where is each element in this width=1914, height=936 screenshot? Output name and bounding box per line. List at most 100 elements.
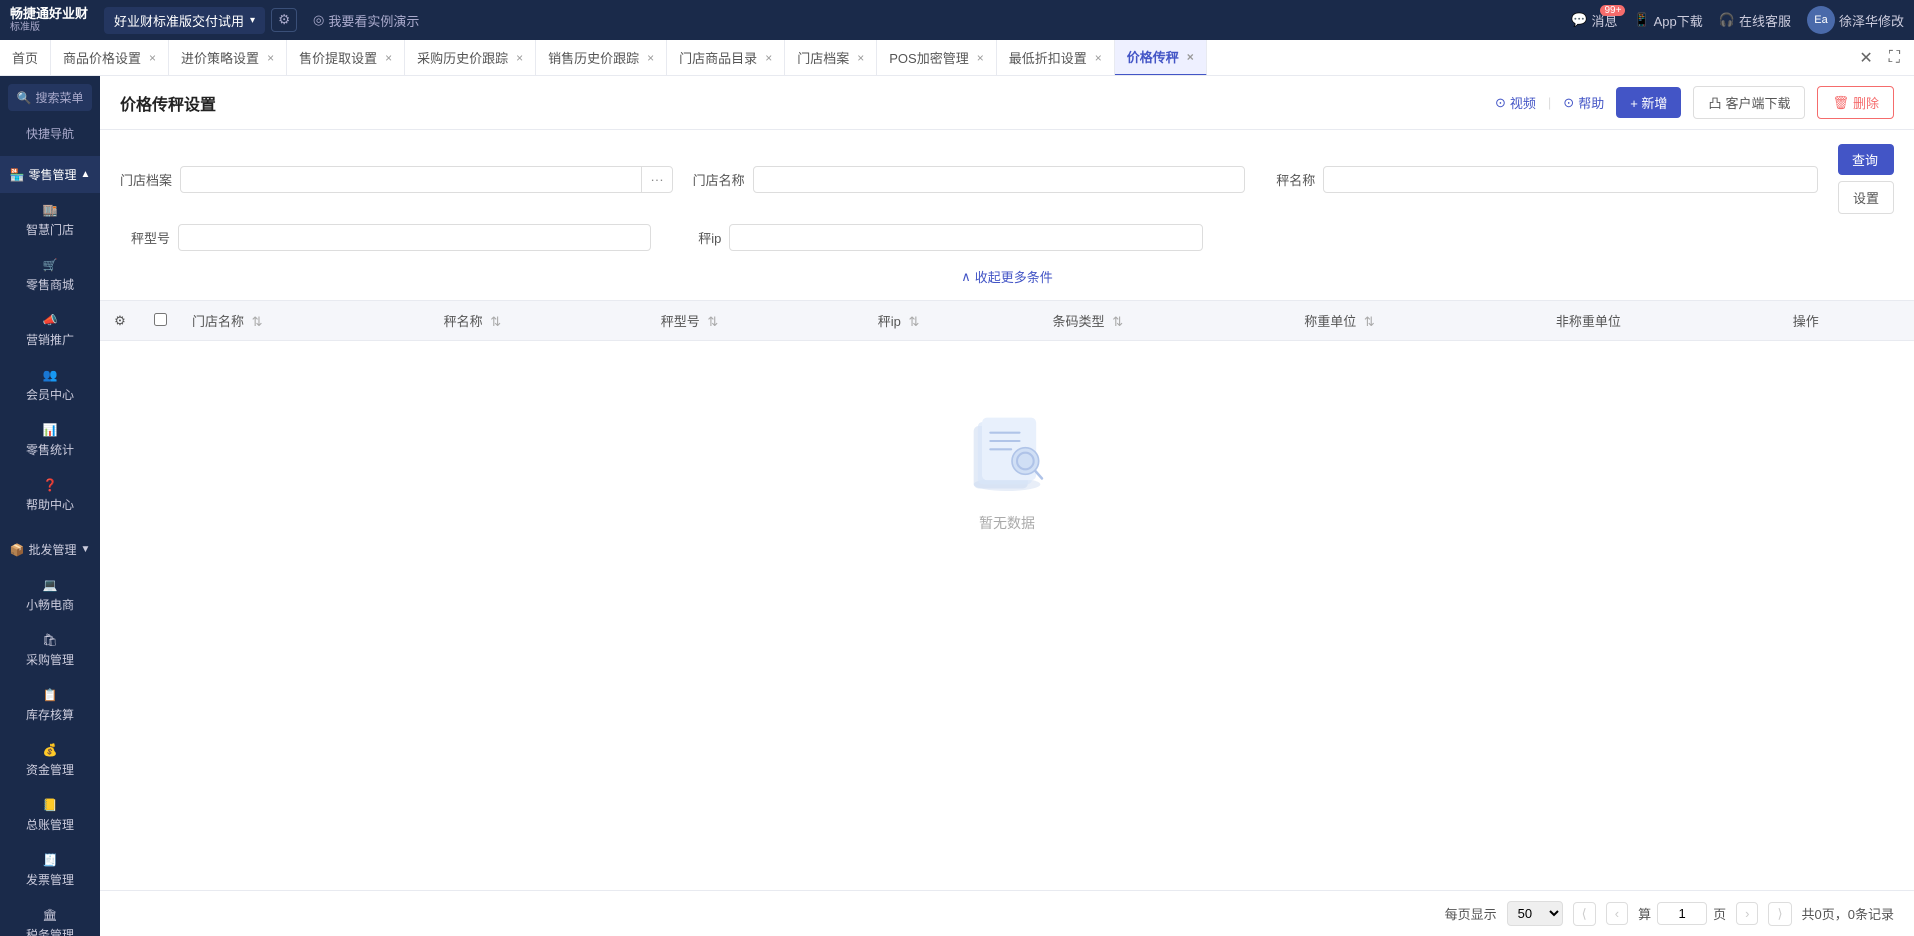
sidebar-item-smart-store[interactable]: 🏬 智慧门店 bbox=[0, 193, 100, 248]
last-page-button[interactable]: ⟩ bbox=[1768, 902, 1791, 926]
page-title: 价格传秤设置 bbox=[120, 91, 216, 115]
filter-area: 门店档案 ··· 门店名称 秤名称 查询 bbox=[100, 130, 1914, 301]
tab-min-discount[interactable]: 最低折扣设置 × bbox=[997, 40, 1115, 76]
chevron-down-icon: ▾ bbox=[250, 15, 255, 26]
online-service-button[interactable]: 🎧 在线客服 bbox=[1719, 11, 1791, 30]
sidebar: 🔍 搜索菜单 快捷导航 🏪 零售管理 ▲ 🏬 智慧门店 🛒 零售商城 📣 营销推… bbox=[0, 76, 100, 936]
first-page-button[interactable]: ⟨ bbox=[1573, 902, 1596, 926]
empty-text: 暂无数据 bbox=[979, 513, 1035, 533]
sidebar-item-xiaochangec[interactable]: 💻 小畅电商 bbox=[0, 568, 100, 623]
tab-product-price[interactable]: 商品价格设置 × bbox=[51, 40, 169, 76]
sidebar-item-purchase[interactable]: 🛍 采购管理 bbox=[0, 623, 100, 678]
topbar-settings-button[interactable]: ⚙ bbox=[271, 8, 297, 32]
sidebar-item-label: 发票管理 bbox=[26, 871, 74, 888]
sidebar-item-retail-stats[interactable]: 📊 零售统计 bbox=[0, 413, 100, 468]
th-label: 秤型号 bbox=[661, 314, 700, 329]
tab-sale-history[interactable]: 销售历史价跟踪 × bbox=[536, 40, 667, 76]
tab-store-profile[interactable]: 门店档案 × bbox=[785, 40, 877, 76]
tab-store-catalog[interactable]: 门店商品目录 × bbox=[667, 40, 785, 76]
tab-close-icon[interactable]: × bbox=[385, 51, 392, 65]
messages-badge: 99+ bbox=[1600, 5, 1625, 16]
sidebar-item-label: 批发管理 bbox=[29, 541, 77, 558]
close-all-tabs-button[interactable]: ✕ bbox=[1853, 46, 1878, 70]
maximize-button[interactable]: ⛶ bbox=[1883, 47, 1906, 69]
download-icon: 凸 bbox=[1708, 93, 1721, 112]
tab-sale-pickup[interactable]: 售价提取设置 × bbox=[287, 40, 405, 76]
delete-button[interactable]: 🗑 删除 bbox=[1817, 86, 1894, 119]
sidebar-item-retail-mall[interactable]: 🛒 零售商城 bbox=[0, 248, 100, 303]
gear-icon: ⚙ bbox=[278, 12, 290, 27]
filter-scale-ip-label: 秤ip bbox=[671, 228, 721, 247]
search-menu-button[interactable]: 🔍 搜索菜单 bbox=[8, 84, 92, 111]
receipt-icon: 🧾 bbox=[43, 853, 58, 867]
filter-store-profile-input[interactable] bbox=[181, 167, 641, 192]
messages-button[interactable]: 💬 消息 99+ bbox=[1571, 11, 1617, 30]
sidebar-item-wholesale[interactable]: 📦 批发管理 ▼ bbox=[0, 531, 100, 568]
sidebar-item-help[interactable]: ❓ 帮助中心 bbox=[0, 468, 100, 523]
th-actions: 操作 bbox=[1781, 301, 1914, 341]
tab-purchase-history[interactable]: 采购历史价跟踪 × bbox=[405, 40, 536, 76]
sidebar-item-tax[interactable]: 🏛 税务管理 bbox=[0, 898, 100, 936]
quick-nav-label: 快捷导航 bbox=[26, 127, 74, 141]
headset-icon: 🎧 bbox=[1719, 12, 1735, 28]
tab-purchase-strategy[interactable]: 进价策略设置 × bbox=[169, 40, 287, 76]
query-label: 查询 bbox=[1852, 150, 1878, 169]
help-link[interactable]: ⊙ 帮助 bbox=[1563, 93, 1604, 112]
filter-scale-name-input[interactable] bbox=[1323, 166, 1818, 193]
sidebar-item-inventory[interactable]: 📋 库存核算 bbox=[0, 678, 100, 733]
sidebar-item-marketing[interactable]: 📣 营销推广 bbox=[0, 303, 100, 358]
tab-home[interactable]: 首页 bbox=[0, 40, 51, 76]
th-barcode-type: 条码类型 ⇅ bbox=[1041, 301, 1293, 341]
tab-close-icon[interactable]: × bbox=[1095, 51, 1102, 65]
tab-close-icon[interactable]: × bbox=[977, 51, 984, 65]
video-label: 视频 bbox=[1510, 93, 1536, 112]
content-area: 价格传秤设置 ⊙ 视频 | ⊙ 帮助 + 新增 凸 客户端下载 bbox=[100, 76, 1914, 936]
tab-close-icon[interactable]: × bbox=[647, 51, 654, 65]
add-button[interactable]: + 新增 bbox=[1616, 87, 1681, 118]
tab-label: 销售历史价跟踪 bbox=[548, 48, 639, 67]
sidebar-item-finance[interactable]: 💰 资金管理 bbox=[0, 733, 100, 788]
tab-close-icon[interactable]: × bbox=[1187, 50, 1194, 64]
page-number-input[interactable] bbox=[1657, 902, 1707, 925]
prev-page-button[interactable]: ‹ bbox=[1606, 902, 1628, 925]
tab-pos-manage[interactable]: POS加密管理 × bbox=[877, 40, 996, 76]
sidebar-item-general-ledger[interactable]: 📒 总账管理 bbox=[0, 788, 100, 843]
filter-store-name-input[interactable] bbox=[753, 166, 1246, 193]
sidebar-item-invoice[interactable]: 🧾 发票管理 bbox=[0, 843, 100, 898]
version-selector[interactable]: 好业财标准版交付试用 ▾ bbox=[104, 7, 265, 34]
settings-action-label: 设置 bbox=[1853, 188, 1879, 207]
tab-close-icon[interactable]: × bbox=[267, 51, 274, 65]
filter-field-store-profile: 门店档案 ··· bbox=[120, 166, 673, 193]
query-button[interactable]: 查询 bbox=[1838, 144, 1894, 175]
demo-link[interactable]: ◎ 我要看实例演示 bbox=[313, 11, 419, 30]
sidebar-item-retail[interactable]: 🏪 零售管理 ▲ bbox=[0, 156, 100, 193]
filter-collapse-button[interactable]: ∧ 收起更多条件 bbox=[961, 267, 1053, 286]
filter-scale-model-input[interactable] bbox=[178, 224, 651, 251]
filter-store-profile-input-wrapper: ··· bbox=[180, 166, 673, 193]
app-download-button[interactable]: 📱 App下载 bbox=[1633, 11, 1702, 30]
settings-action-button[interactable]: 设置 bbox=[1838, 181, 1894, 214]
tab-price-scale[interactable]: 价格传秤 × bbox=[1115, 40, 1207, 76]
tab-close-icon[interactable]: × bbox=[149, 51, 156, 65]
tab-close-icon[interactable]: × bbox=[516, 51, 523, 65]
filter-scale-model-label: 秤型号 bbox=[120, 228, 170, 247]
sidebar-item-label: 库存核算 bbox=[26, 706, 74, 723]
sidebar-item-member[interactable]: 👥 会员中心 bbox=[0, 358, 100, 413]
tab-close-icon[interactable]: × bbox=[857, 51, 864, 65]
tab-label: 价格传秤 bbox=[1127, 47, 1179, 66]
money-icon: 💰 bbox=[43, 743, 58, 757]
filter-scale-ip-input[interactable] bbox=[729, 224, 1202, 251]
video-link[interactable]: ⊙ 视频 bbox=[1495, 93, 1536, 112]
select-all-checkbox[interactable] bbox=[154, 313, 167, 326]
quick-nav-button[interactable]: 快捷导航 bbox=[0, 119, 100, 148]
box-icon: 📦 bbox=[10, 543, 25, 557]
user-profile-button[interactable]: Ea 徐泽华修改 bbox=[1807, 6, 1904, 34]
book-icon: 📒 bbox=[43, 798, 58, 812]
pagination-total: 共0页，0条记录 bbox=[1802, 904, 1894, 923]
tab-close-icon[interactable]: × bbox=[765, 51, 772, 65]
download-client-button[interactable]: 凸 客户端下载 bbox=[1693, 86, 1805, 119]
filter-store-profile-btn[interactable]: ··· bbox=[641, 167, 671, 192]
per-page-select[interactable]: 20 50 100 bbox=[1507, 901, 1563, 926]
th-scale-model: 秤型号 ⇅ bbox=[649, 301, 866, 341]
next-page-button[interactable]: › bbox=[1736, 902, 1758, 925]
